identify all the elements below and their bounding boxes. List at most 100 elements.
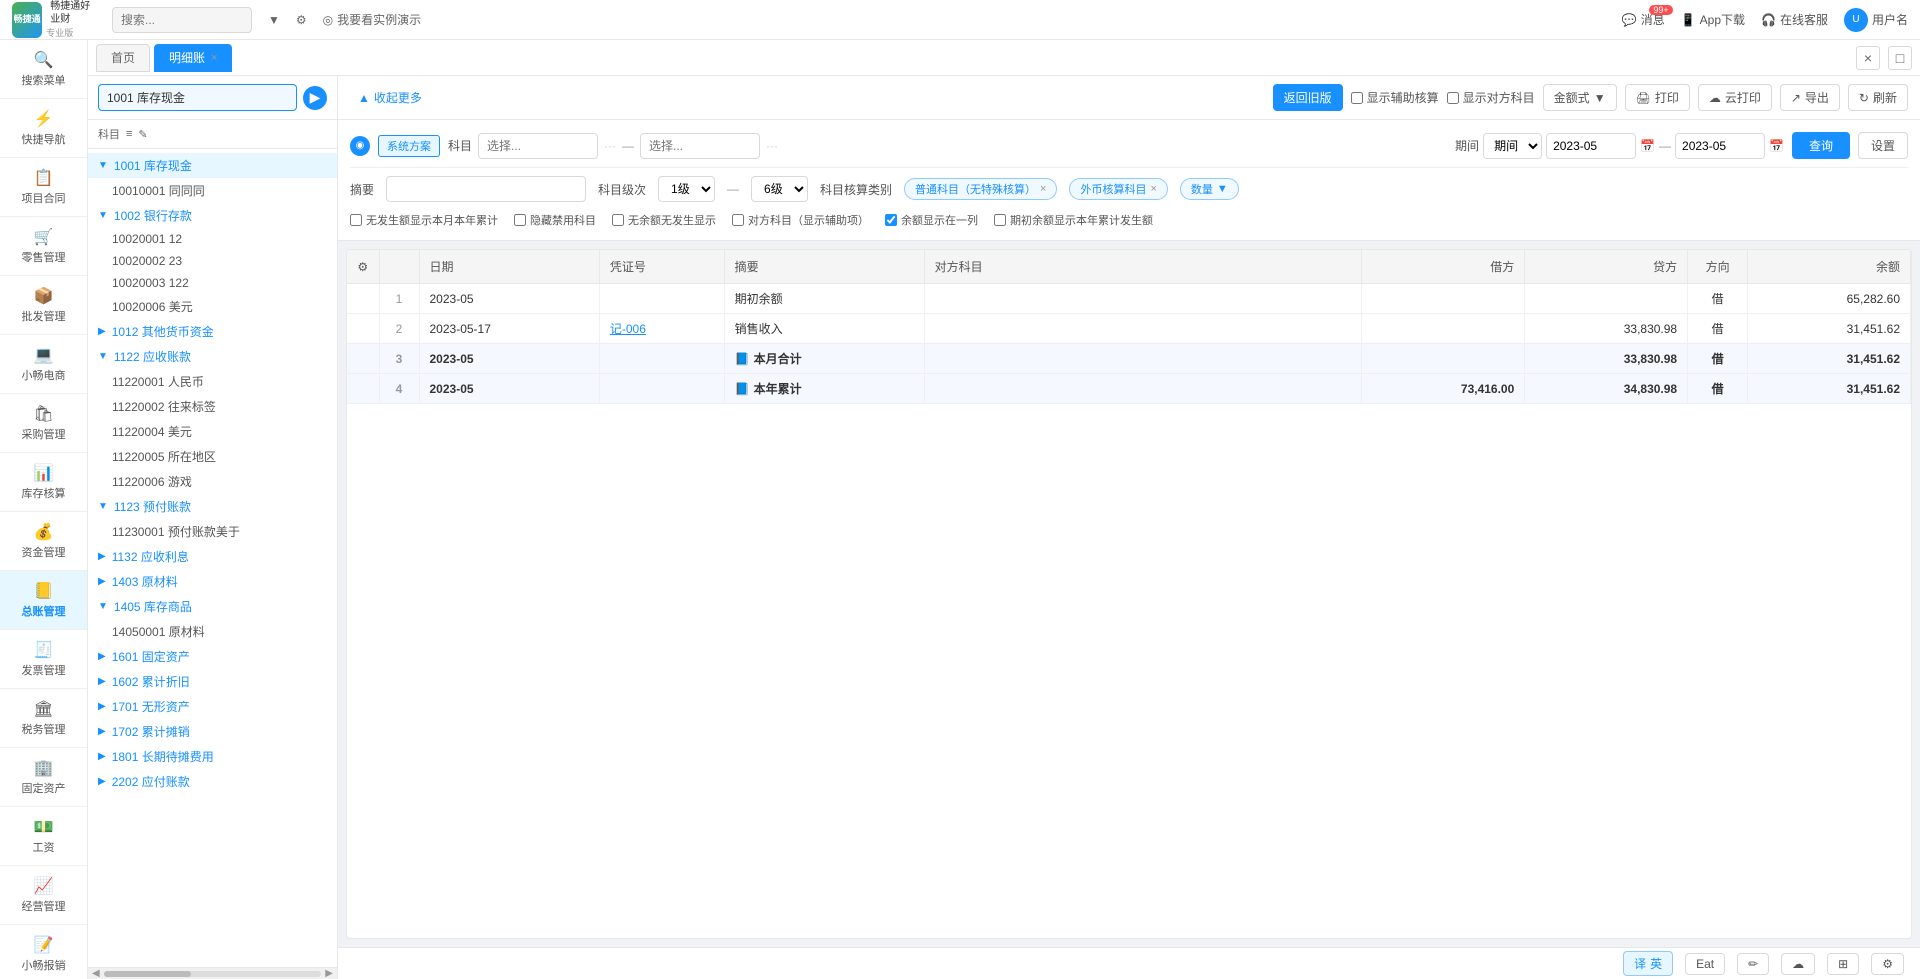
sidebar-item-xc-report[interactable]: 📝 小畅报销	[0, 925, 87, 979]
sidebar-item-search[interactable]: 🔍 搜索菜单	[0, 40, 87, 99]
tree-item-1002[interactable]: ▼ 1002 银行存款	[88, 203, 337, 228]
tag-quantity[interactable]: 数量 ▼	[1180, 178, 1239, 200]
sidebar-item-fixed-assets[interactable]: 🏢 固定资产	[0, 748, 87, 807]
user-avatar[interactable]: U 用户名	[1844, 8, 1908, 32]
subject-from-input[interactable]	[478, 133, 598, 159]
check-hide-disabled[interactable]: 隐藏禁用科目	[514, 212, 596, 228]
check-no-occur-input[interactable]	[350, 214, 362, 226]
tree-item-1403[interactable]: ▶ 1403 原材料	[88, 569, 337, 594]
message-btn[interactable]: 💬 消息 99+	[1622, 11, 1665, 28]
calendar-icon-end[interactable]: 📅	[1769, 139, 1784, 153]
sidebar-item-tax[interactable]: 🏛 税务管理	[0, 689, 87, 748]
tree-item-1702[interactable]: ▶ 1702 累计摊销	[88, 719, 337, 744]
sidebar-item-ledger[interactable]: 📒 总账管理	[0, 571, 87, 630]
subject-level-from-select[interactable]: 1级	[658, 176, 715, 202]
cloud-bottom-icon[interactable]: ☁	[1781, 953, 1815, 975]
sidebar-item-retail[interactable]: 🛒 零售管理	[0, 217, 87, 276]
check-period-balance[interactable]: 期初余额显示本年累计发生额	[994, 212, 1153, 228]
tag-normal-close[interactable]: ×	[1040, 183, 1046, 195]
tag-foreign-close[interactable]: ×	[1150, 183, 1156, 195]
show-aux-input[interactable]	[1351, 92, 1363, 104]
cloud-print-btn[interactable]: ☁ 云打印	[1698, 84, 1772, 111]
col-settings[interactable]: ⚙	[347, 250, 379, 284]
settings-bottom-icon2[interactable]: ⊞	[1827, 953, 1859, 975]
tree-item-10020006[interactable]: 10020006 美元	[88, 294, 337, 319]
tree-item-1801[interactable]: ▶ 1801 长期待摊费用	[88, 744, 337, 769]
check-no-balance-input[interactable]	[612, 214, 624, 226]
sidebar-item-finance[interactable]: 💰 资金管理	[0, 512, 87, 571]
sidebar-item-salary[interactable]: 💵 工资	[0, 807, 87, 866]
settings-btn[interactable]: ⚙	[296, 13, 307, 27]
check-no-occur[interactable]: 无发生额显示本月本年累计	[350, 212, 498, 228]
tree-item-14050001[interactable]: 14050001 原材料	[88, 619, 337, 644]
show-opposite-input[interactable]	[1447, 92, 1459, 104]
tree-item-11220004[interactable]: 11220004 美元	[88, 419, 337, 444]
sidebar-item-wholesale[interactable]: 📦 批发管理	[0, 276, 87, 335]
tree-item-1012[interactable]: ▶ 1012 其他货币资金	[88, 319, 337, 344]
tree-item-10020001[interactable]: 10020001 12	[88, 228, 337, 250]
export-btn[interactable]: ↗ 导出	[1780, 84, 1840, 111]
collapse-filter-btn[interactable]: ▲ 收起更多	[350, 89, 430, 106]
tab-maximize-btn[interactable]: □	[1888, 46, 1912, 70]
current-account[interactable]: 1001 库存现金	[98, 84, 297, 111]
tree-item-11230001[interactable]: 11230001 预付账款美于	[88, 519, 337, 544]
tree-item-10020002[interactable]: 10020002 23	[88, 250, 337, 272]
check-show-balance-input[interactable]	[885, 214, 897, 226]
tree-item-11220005[interactable]: 11220005 所在地区	[88, 444, 337, 469]
tree-item-1123[interactable]: ▼ 1123 预付账款	[88, 494, 337, 519]
sidebar-item-invoice[interactable]: 🧾 发票管理	[0, 630, 87, 689]
period-type-select[interactable]: 期间	[1483, 133, 1542, 159]
sidebar-item-business[interactable]: 📈 经营管理	[0, 866, 87, 925]
schema-tag-system[interactable]: 系统方案	[378, 135, 440, 157]
schema-icon[interactable]: ◉	[350, 136, 370, 156]
filter-settings-btn[interactable]: 设置	[1858, 132, 1908, 159]
sidebar-item-inventory[interactable]: 📊 库存核算	[0, 453, 87, 512]
tree-item-1001[interactable]: ▼ 1001 库存现金	[88, 153, 337, 178]
check-show-balance[interactable]: 余额显示在一列	[885, 212, 978, 228]
grid-bottom-icon[interactable]: ⚙	[1871, 953, 1904, 975]
list-icon[interactable]: ≡	[126, 128, 132, 140]
period-end-input[interactable]	[1675, 133, 1765, 159]
search-input[interactable]	[112, 7, 252, 33]
query-btn[interactable]: 查询	[1792, 132, 1850, 159]
tree-scroll-right-btn[interactable]: ▶	[325, 968, 333, 979]
show-opposite-checkbox[interactable]: 显示对方科目	[1447, 89, 1535, 106]
tab-close-btn[interactable]: ×	[211, 52, 217, 64]
online-service-btn[interactable]: 🎧 在线客服	[1761, 11, 1828, 28]
check-hide-disabled-input[interactable]	[514, 214, 526, 226]
check-opposite-input[interactable]	[732, 214, 744, 226]
check-no-balance[interactable]: 无余额无发生显示	[612, 212, 716, 228]
tree-item-1701[interactable]: ▶ 1701 无形资产	[88, 694, 337, 719]
sidebar-item-ecommerce[interactable]: 💻 小畅电商	[0, 335, 87, 394]
app-download-btn[interactable]: 📱 App下载	[1681, 11, 1745, 28]
tree-item-1122[interactable]: ▼ 1122 应收账款	[88, 344, 337, 369]
sidebar-item-project[interactable]: 📋 项目合同	[0, 158, 87, 217]
dropdown-btn[interactable]: ▼	[268, 13, 280, 27]
tree-item-1601[interactable]: ▶ 1601 固定资产	[88, 644, 337, 669]
account-next-btn[interactable]: ▶	[303, 86, 327, 110]
subject-level-to-select[interactable]: 6级	[751, 176, 808, 202]
row-voucher-2[interactable]: 记-006	[599, 314, 724, 344]
period-start-input[interactable]	[1546, 133, 1636, 159]
edit-bottom-icon[interactable]: ✏	[1737, 953, 1769, 975]
tab-close-window-btn[interactable]: ×	[1856, 46, 1880, 70]
tree-item-11220001[interactable]: 11220001 人民币	[88, 369, 337, 394]
summary-input[interactable]	[386, 176, 586, 202]
tree-item-11220002[interactable]: 11220002 往来标签	[88, 394, 337, 419]
tree-item-10020003[interactable]: 10020003 122	[88, 272, 337, 294]
translate-btn[interactable]: 译 英	[1623, 951, 1673, 976]
tag-normal[interactable]: 普通科目（无特殊核算） ×	[904, 178, 1057, 200]
sidebar-item-purchase[interactable]: 🛍 采购管理	[0, 394, 87, 453]
tab-detail[interactable]: 明细账 ×	[154, 44, 232, 72]
tree-scroll-left-btn[interactable]: ◀	[92, 968, 100, 979]
calendar-icon-start[interactable]: 📅	[1640, 139, 1655, 153]
tree-item-1132[interactable]: ▶ 1132 应收利息	[88, 544, 337, 569]
tree-item-1405[interactable]: ▼ 1405 库存商品	[88, 594, 337, 619]
eat-btn[interactable]: Eat	[1685, 953, 1725, 975]
print-btn[interactable]: 🖨 打印	[1625, 84, 1690, 111]
check-period-balance-input[interactable]	[994, 214, 1006, 226]
tree-item-11220006[interactable]: 11220006 游戏	[88, 469, 337, 494]
demo-link[interactable]: ◎ 我要看实例演示	[323, 11, 422, 28]
tab-home[interactable]: 首页	[96, 44, 150, 72]
back-original-btn[interactable]: 返回旧版	[1273, 84, 1343, 111]
